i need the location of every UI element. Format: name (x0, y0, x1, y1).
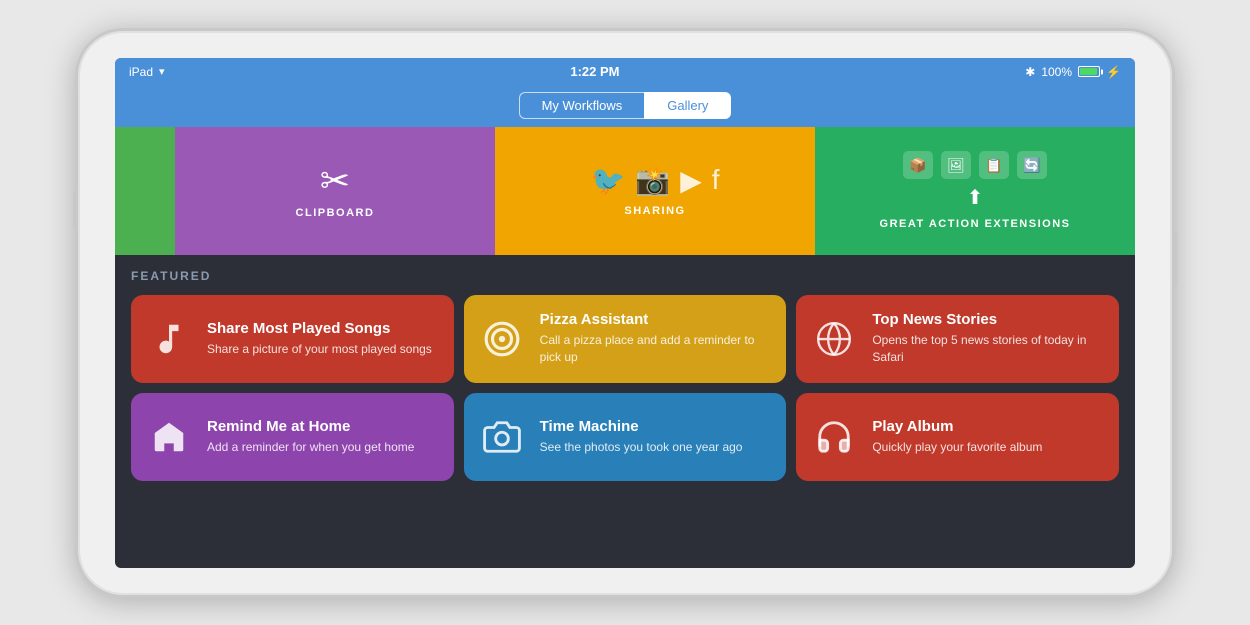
card-desc-share: Share a picture of your most played song… (207, 341, 432, 358)
card-desc-time: See the photos you took one year ago (540, 439, 743, 456)
facebook-icon: f (712, 164, 720, 197)
battery-fill (1080, 68, 1097, 75)
card-desc-news: Opens the top 5 news stories of today in… (872, 332, 1105, 366)
card-text-pizza: Pizza Assistant Call a pizza place and a… (540, 311, 773, 366)
category-item-shortcuts[interactable]: IS (115, 127, 175, 255)
carrier-label: iPad (129, 65, 153, 79)
social-icons: 🐦 📸 ▶ f (590, 164, 719, 197)
card-title-time: Time Machine (540, 418, 743, 435)
twitter-icon: 🐦 (590, 164, 625, 197)
card-remind-home[interactable]: Remind Me at Home Add a reminder for whe… (131, 393, 454, 481)
tab-bar: My Workflows Gallery (115, 86, 1135, 127)
category-item-extensions[interactable]: 📦 🖼 📋 🔄 ⬆ GREAT ACTION EXTENSIONS (815, 127, 1135, 255)
category-label-clipboard: CLIPBOARD (296, 207, 375, 219)
instagram-icon: 📸 (635, 164, 670, 197)
action-box-2: 🖼 (941, 151, 971, 179)
headphones-icon (810, 413, 858, 461)
tab-segment: My Workflows Gallery (519, 92, 732, 119)
action-icons-row: 📦 🖼 📋 🔄 (903, 151, 1047, 179)
ipad-device: iPad ▾ 1:22 PM ✱ 100% ⚡ My Workflows Gal… (75, 28, 1175, 598)
status-left: iPad ▾ (129, 65, 165, 79)
card-text-album: Play Album Quickly play your favorite al… (872, 418, 1042, 456)
card-top-news[interactable]: Top News Stories Opens the top 5 news st… (796, 295, 1119, 383)
cards-grid: Share Most Played Songs Share a picture … (131, 295, 1119, 481)
card-play-album[interactable]: Play Album Quickly play your favorite al… (796, 393, 1119, 481)
card-text-time: Time Machine See the photos you took one… (540, 418, 743, 456)
globe-icon (810, 315, 858, 363)
status-bar: iPad ▾ 1:22 PM ✱ 100% ⚡ (115, 58, 1135, 86)
card-share-most-played[interactable]: Share Most Played Songs Share a picture … (131, 295, 454, 383)
action-box-4: 🔄 (1017, 151, 1047, 179)
battery-percent: 100% (1041, 65, 1072, 79)
target-icon (478, 315, 526, 363)
share-icon: ⬆ (967, 185, 984, 210)
card-title-remind: Remind Me at Home (207, 418, 414, 435)
home-icon (145, 413, 193, 461)
music-icon (145, 315, 193, 363)
camera-icon (478, 413, 526, 461)
power-button (1173, 231, 1177, 286)
wifi-icon: ▾ (159, 65, 165, 78)
tab-gallery[interactable]: Gallery (644, 92, 731, 119)
featured-label: FEATURED (131, 269, 1119, 283)
featured-section: FEATURED Share Most Played Songs Share a… (115, 255, 1135, 491)
youtube-icon: ▶ (680, 164, 702, 197)
category-item-clipboard[interactable]: ✂ CLIPBOARD (175, 127, 495, 255)
category-item-sharing[interactable]: 🐦 📸 ▶ f SHARING (495, 127, 815, 255)
clipboard-icon: ✂ (320, 163, 350, 199)
category-label-sharing: SHARING (624, 205, 685, 217)
battery-indicator (1078, 66, 1100, 77)
card-desc-pizza: Call a pizza place and add a reminder to… (540, 332, 773, 366)
card-title-share: Share Most Played Songs (207, 320, 432, 337)
ipad-screen: iPad ▾ 1:22 PM ✱ 100% ⚡ My Workflows Gal… (115, 58, 1135, 568)
card-title-album: Play Album (872, 418, 1042, 435)
card-text-news: Top News Stories Opens the top 5 news st… (872, 311, 1105, 366)
charging-icon: ⚡ (1106, 65, 1121, 79)
action-icons: 📦 🖼 📋 🔄 ⬆ (903, 151, 1047, 210)
card-text-remind: Remind Me at Home Add a reminder for whe… (207, 418, 414, 456)
card-pizza-assistant[interactable]: Pizza Assistant Call a pizza place and a… (464, 295, 787, 383)
category-label-extensions: GREAT ACTION EXTENSIONS (880, 218, 1071, 230)
status-right: ✱ 100% ⚡ (1025, 65, 1121, 79)
time-display: 1:22 PM (570, 64, 619, 79)
action-box-1: 📦 (903, 151, 933, 179)
bluetooth-icon: ✱ (1025, 65, 1035, 79)
card-title-pizza: Pizza Assistant (540, 311, 773, 328)
tab-my-workflows[interactable]: My Workflows (519, 92, 645, 119)
volume-button (73, 191, 77, 226)
card-desc-remind: Add a reminder for when you get home (207, 439, 414, 456)
card-title-news: Top News Stories (872, 311, 1105, 328)
battery-icon (1078, 66, 1100, 77)
card-text-share: Share Most Played Songs Share a picture … (207, 320, 432, 358)
card-desc-album: Quickly play your favorite album (872, 439, 1042, 456)
category-banner: IS ✂ CLIPBOARD 🐦 📸 ▶ f SHARING (115, 127, 1135, 255)
action-box-3: 📋 (979, 151, 1009, 179)
card-time-machine[interactable]: Time Machine See the photos you took one… (464, 393, 787, 481)
